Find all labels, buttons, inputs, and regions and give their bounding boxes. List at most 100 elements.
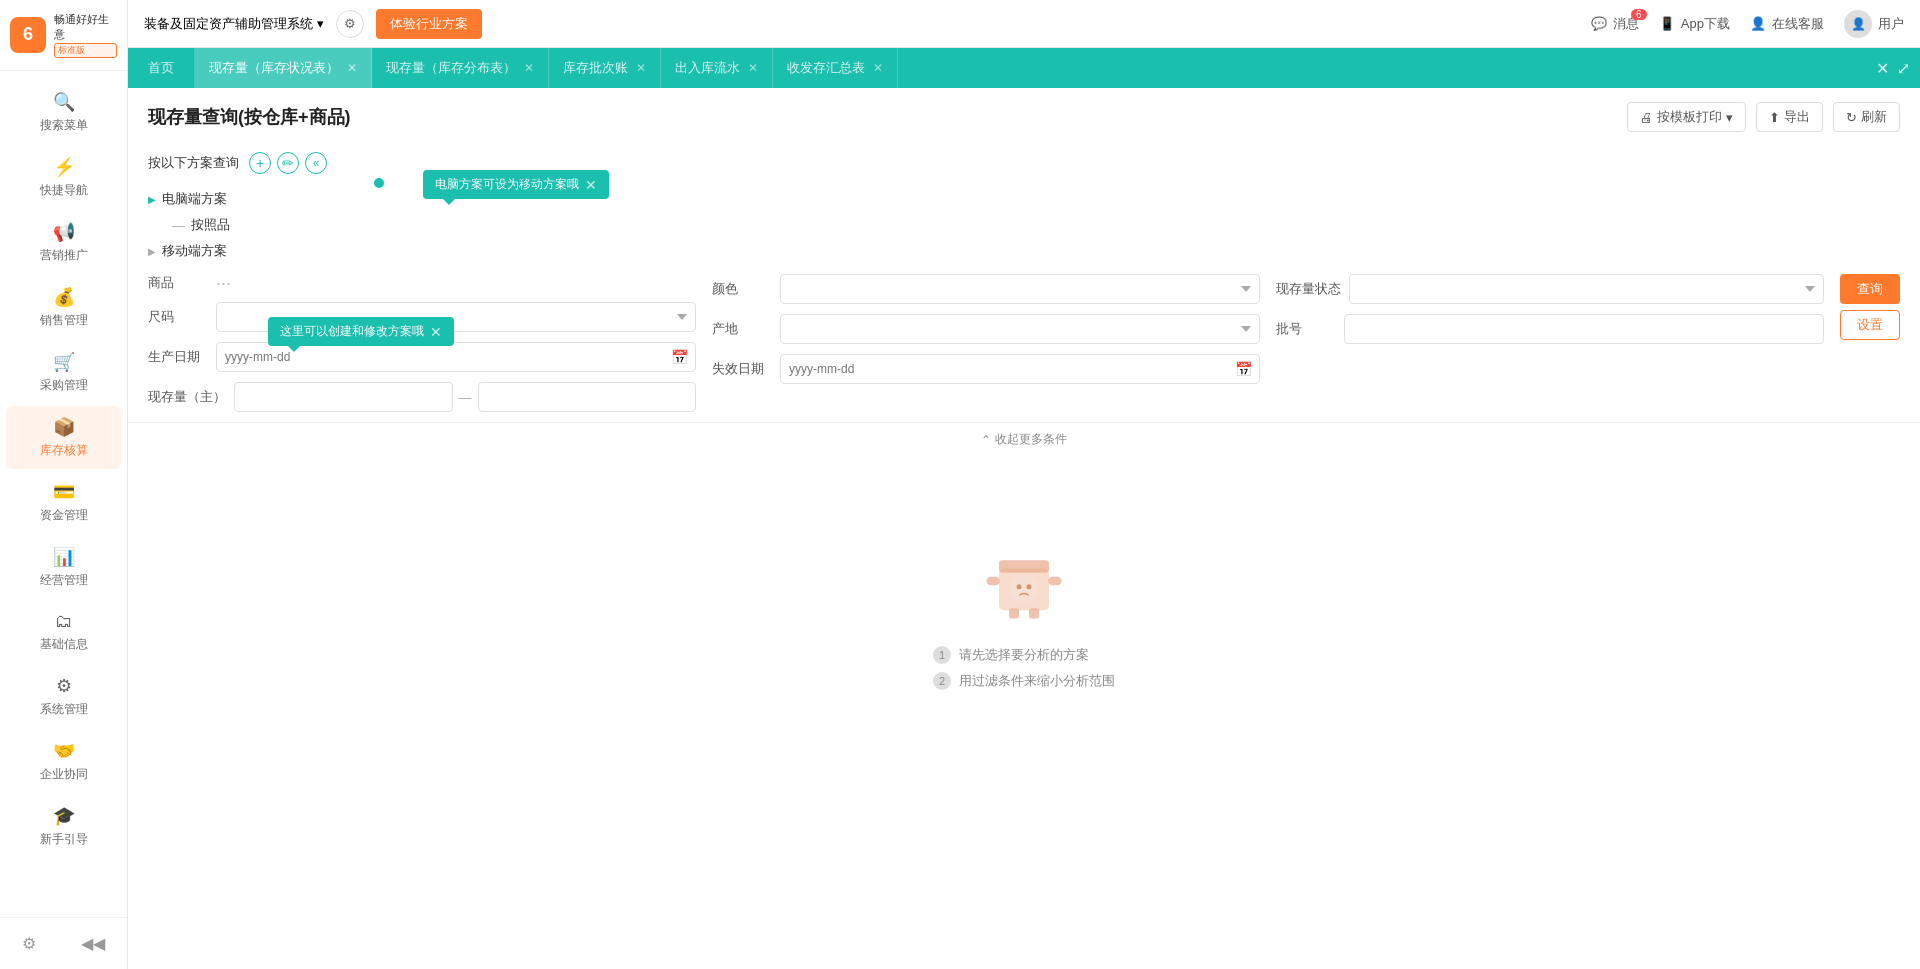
tip-num-2: 2 bbox=[933, 672, 951, 690]
tree-item-mobile-scheme[interactable]: ▶ 移动端方案 bbox=[148, 238, 1900, 264]
sidebar-item-label-inventory: 库存核算 bbox=[40, 442, 88, 459]
tab-batch-account[interactable]: 库存批次账 ✕ bbox=[549, 48, 661, 88]
tab-inventory-status-close[interactable]: ✕ bbox=[347, 61, 357, 75]
arrow-scheme-button[interactable]: « bbox=[305, 152, 327, 174]
filter-col3: 现存量状态 批号 bbox=[1276, 274, 1824, 412]
add-scheme-button[interactable]: + bbox=[249, 152, 271, 174]
empty-tips: 1 请先选择要分析的方案 2 用过滤条件来缩小分析范围 bbox=[933, 646, 1115, 690]
system-settings-button[interactable]: ⚙ bbox=[336, 10, 364, 38]
tab-inout-flow-close[interactable]: ✕ bbox=[748, 61, 758, 75]
empty-illustration bbox=[974, 536, 1074, 626]
sidebar-nav: 🔍 搜索菜单 ⚡ 快捷导航 📢 营销推广 💰 销售管理 🛒 采购管理 📦 库存核… bbox=[0, 71, 127, 917]
sidebar-item-finance[interactable]: 💳 资金管理 bbox=[6, 471, 121, 534]
set-button[interactable]: 设置 bbox=[1840, 310, 1900, 340]
svg-point-2 bbox=[1009, 576, 1039, 603]
goods-dots-icon[interactable]: ··· bbox=[216, 274, 231, 292]
batch-input[interactable] bbox=[1344, 314, 1824, 344]
sidebar-item-purchase[interactable]: 🛒 采购管理 bbox=[6, 341, 121, 404]
inv-status-select[interactable] bbox=[1349, 274, 1824, 304]
origin-select[interactable] bbox=[780, 314, 1260, 344]
color-select[interactable] bbox=[780, 274, 1260, 304]
edit-scheme-button[interactable]: ✏ bbox=[277, 152, 299, 174]
tab-receipt-summary[interactable]: 收发存汇总表 ✕ bbox=[773, 48, 898, 88]
tip-text-2: 用过滤条件来缩小分析范围 bbox=[959, 672, 1115, 690]
sidebar-item-marketing[interactable]: 📢 营销推广 bbox=[6, 211, 121, 274]
tree-item-child-scheme[interactable]: — 按照品 bbox=[148, 212, 1900, 238]
user-menu-button[interactable]: 👤 用户 bbox=[1844, 10, 1904, 38]
online-service-button[interactable]: 👤 在线客服 bbox=[1750, 15, 1824, 33]
sidebar-item-label-purchase: 采购管理 bbox=[40, 377, 88, 394]
sidebar-item-enterprise[interactable]: 🤝 企业协同 bbox=[6, 730, 121, 793]
filter-row-goods: 商品 ··· bbox=[148, 274, 696, 292]
logo-area: 6 畅通好好生意 标准版 bbox=[0, 0, 127, 71]
content-area: 现存量查询(按仓库+商品) 🖨 按模板打印 ▾ ⬆ 导出 ↻ 刷新 bbox=[128, 88, 1920, 969]
refresh-button[interactable]: ↻ 刷新 bbox=[1833, 102, 1900, 132]
sidebar-item-label-system: 系统管理 bbox=[40, 701, 88, 718]
tab-close-all-icon[interactable]: ✕ bbox=[1876, 59, 1889, 78]
sidebar-settings-btn[interactable]: ⚙ bbox=[18, 930, 40, 957]
svg-rect-8 bbox=[1048, 577, 1061, 585]
tooltip-scheme-close[interactable]: ✕ bbox=[585, 177, 597, 193]
sidebar-item-system[interactable]: ⚙ 系统管理 bbox=[6, 665, 121, 728]
sidebar-item-inventory[interactable]: 📦 库存核算 bbox=[6, 406, 121, 469]
notification-button[interactable]: 💬 消息 6 bbox=[1591, 15, 1639, 33]
finance-nav-icon: 💳 bbox=[53, 481, 75, 503]
quick-nav-icon: ⚡ bbox=[53, 156, 75, 178]
system-title-dropdown[interactable]: 装备及固定资产辅助管理系统 ▾ bbox=[144, 15, 324, 33]
export-icon: ⬆ bbox=[1769, 110, 1780, 125]
app-download-button[interactable]: 📱 App下载 bbox=[1659, 15, 1730, 33]
sales-nav-icon: 💰 bbox=[53, 286, 75, 308]
prod-date-label: 生产日期 bbox=[148, 348, 208, 366]
qty-min-input[interactable] bbox=[234, 382, 453, 412]
sidebar-item-guide[interactable]: 🎓 新手引导 bbox=[6, 795, 121, 858]
marketing-nav-icon: 📢 bbox=[53, 221, 75, 243]
sidebar-item-quick[interactable]: ⚡ 快捷导航 bbox=[6, 146, 121, 209]
tab-inventory-dist[interactable]: 现存量（库存分布表） ✕ bbox=[372, 48, 549, 88]
tab-inventory-status[interactable]: 现存量（库存状况表） ✕ bbox=[195, 48, 372, 88]
expiry-date-wrapper: 📅 bbox=[780, 354, 1260, 384]
tip-num-1: 1 bbox=[933, 646, 951, 664]
purchase-nav-icon: 🛒 bbox=[53, 351, 75, 373]
inv-status-label: 现存量状态 bbox=[1276, 280, 1341, 298]
sidebar: 6 畅通好好生意 标准版 🔍 搜索菜单 ⚡ 快捷导航 📢 营销推广 💰 销售管理… bbox=[0, 0, 128, 969]
sidebar-item-basic[interactable]: 🗂 基础信息 bbox=[6, 601, 121, 663]
expiry-date-calendar-icon[interactable]: 📅 bbox=[1235, 361, 1252, 377]
main-area: 装备及固定资产辅助管理系统 ▾ ⚙ 体验行业方案 💬 消息 6 📱 App下载 … bbox=[128, 0, 1920, 969]
tab-maximize-icon[interactable]: ⤢ bbox=[1897, 59, 1910, 78]
tab-inventory-status-label: 现存量（库存状况表） bbox=[209, 59, 339, 77]
expiry-date-input[interactable] bbox=[780, 354, 1260, 384]
tab-inventory-dist-label: 现存量（库存分布表） bbox=[386, 59, 516, 77]
sidebar-item-label-basic: 基础信息 bbox=[40, 636, 88, 653]
top-header: 装备及固定资产辅助管理系统 ▾ ⚙ 体验行业方案 💬 消息 6 📱 App下载 … bbox=[128, 0, 1920, 48]
prod-date-calendar-icon[interactable]: 📅 bbox=[671, 349, 688, 365]
query-button[interactable]: 查询 bbox=[1840, 274, 1900, 304]
filter-row-batch: 批号 bbox=[1276, 314, 1824, 344]
bell-icon: 💬 bbox=[1591, 16, 1607, 31]
print-template-button[interactable]: 🖨 按模板打印 ▾ bbox=[1627, 102, 1746, 132]
tab-receipt-summary-close[interactable]: ✕ bbox=[873, 61, 883, 75]
qty-max-input[interactable] bbox=[478, 382, 697, 412]
tab-inout-flow[interactable]: 出入库流水 ✕ bbox=[661, 48, 773, 88]
tab-batch-account-close[interactable]: ✕ bbox=[636, 61, 646, 75]
svg-rect-6 bbox=[1029, 609, 1039, 619]
sidebar-item-search[interactable]: 🔍 搜索菜单 bbox=[6, 81, 121, 144]
sidebar-collapse-btn[interactable]: ◀◀ bbox=[77, 930, 109, 957]
sidebar-item-sales[interactable]: 💰 销售管理 bbox=[6, 276, 121, 339]
refresh-icon: ↻ bbox=[1846, 110, 1857, 125]
page-title: 现存量查询(按仓库+商品) bbox=[148, 105, 351, 129]
sidebar-item-operations[interactable]: 📊 经营管理 bbox=[6, 536, 121, 599]
tooltip-edit-text: 这里可以创建和修改方案哦 bbox=[280, 323, 424, 340]
filter-row-origin: 产地 bbox=[712, 314, 1260, 344]
tab-batch-account-label: 库存批次账 bbox=[563, 59, 628, 77]
export-button[interactable]: ⬆ 导出 bbox=[1756, 102, 1823, 132]
tree-arrow-mobile: ▶ bbox=[148, 246, 156, 257]
tab-inventory-dist-close[interactable]: ✕ bbox=[524, 61, 534, 75]
tab-home[interactable]: 首页 bbox=[128, 48, 195, 88]
qty-label: 现存量（主） bbox=[148, 388, 226, 406]
collapse-bar[interactable]: ⌃ 收起更多条件 bbox=[128, 422, 1920, 456]
experience-button[interactable]: 体验行业方案 bbox=[376, 9, 482, 39]
svg-point-4 bbox=[1027, 584, 1032, 589]
tree-item-pc-scheme[interactable]: ▶ 电脑端方案 bbox=[148, 186, 1900, 212]
query-btn-group: 查询 设置 bbox=[1840, 274, 1900, 412]
tooltip-edit-close[interactable]: ✕ bbox=[430, 324, 442, 340]
